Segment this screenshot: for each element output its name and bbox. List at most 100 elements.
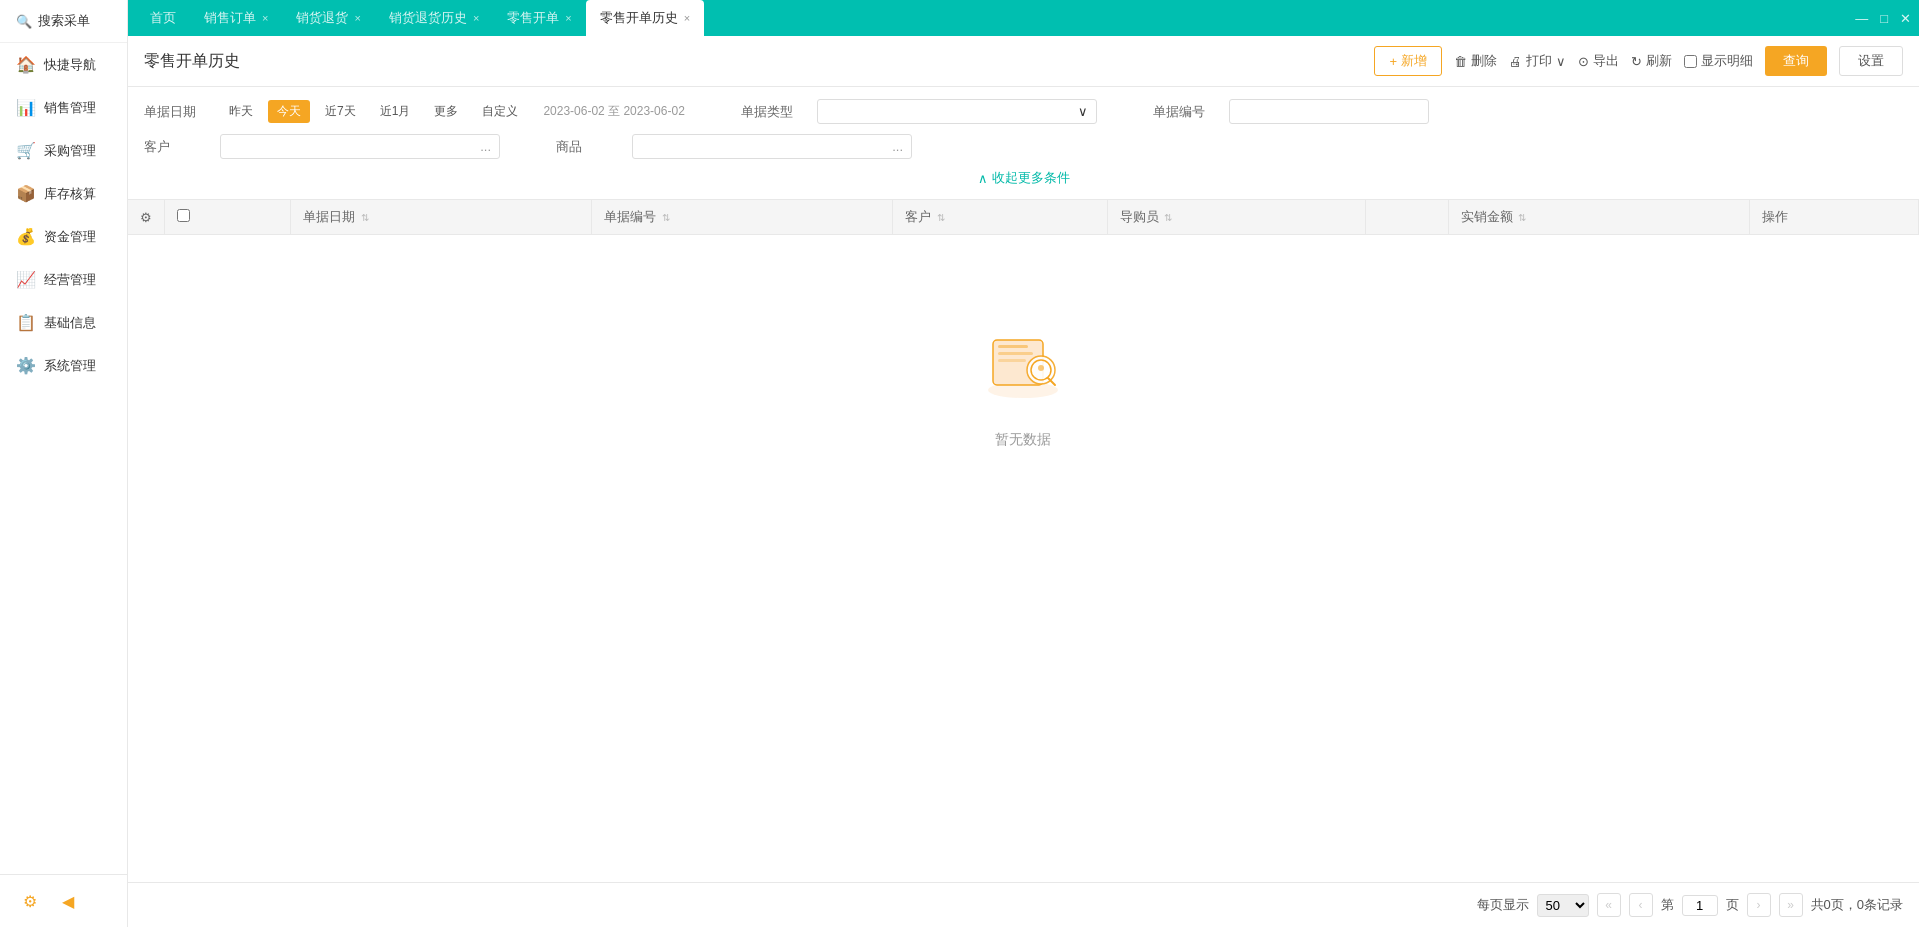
last-page-btn[interactable]: » (1779, 893, 1803, 917)
col-gear[interactable]: ⚙ (128, 200, 165, 235)
page-label-end: 页 (1726, 896, 1739, 914)
sidebar-item-operations[interactable]: 📈 经营管理 (0, 258, 127, 301)
customer-dots[interactable]: ... (480, 139, 491, 154)
export-icon: ⊙ (1578, 54, 1589, 69)
show-detail-input[interactable] (1684, 55, 1697, 68)
prev-page-btn[interactable]: ‹ (1629, 893, 1653, 917)
filter-row-customer: 客户 ... 商品 ... (144, 134, 1903, 159)
tab-home-label: 首页 (150, 9, 176, 27)
table-header-row: ⚙ 单据日期 ⇅ 单据编号 ⇅ 客户 ⇅ (128, 200, 1919, 235)
query-button[interactable]: 查询 (1765, 46, 1827, 76)
col-customer-sort-icon: ⇅ (937, 212, 945, 223)
sidebar-item-label: 经营管理 (44, 271, 96, 289)
page-input[interactable] (1682, 895, 1718, 916)
customer-filter-label: 客户 (144, 138, 204, 156)
tab-retail-open-close[interactable]: × (565, 12, 571, 24)
type-filter-label: 单据类型 (741, 103, 801, 121)
tab-sales-return-close[interactable]: × (354, 12, 360, 24)
tab-bar-right: — □ ✕ (1855, 11, 1911, 26)
tab-sales-return-label: 销货退货 (296, 9, 348, 27)
tab-retail-open-history[interactable]: 零售开单历史 × (586, 0, 704, 36)
type-filter-select[interactable]: ∨ (817, 99, 1097, 124)
goods-filter-input[interactable]: ... (632, 134, 912, 159)
col-checkbox[interactable] (165, 200, 291, 235)
settings-button[interactable]: 设置 (1839, 46, 1903, 76)
sidebar-item-quick-nav[interactable]: 🏠 快捷导航 (0, 43, 127, 86)
page-header: 零售开单历史 + 新增 🗑 删除 🖨 打印 ∨ ⊙ 导出 (128, 36, 1919, 87)
col-amount[interactable]: 实销金额 ⇅ (1448, 200, 1749, 235)
add-icon: + (1389, 54, 1397, 69)
sidebar-item-inventory[interactable]: 📦 库存核算 (0, 172, 127, 215)
delete-icon: 🗑 (1454, 54, 1467, 69)
sidebar-item-label: 资金管理 (44, 228, 96, 246)
col-date-sort-icon: ⇅ (361, 212, 369, 223)
print-button[interactable]: 🖨 打印 ∨ (1509, 52, 1566, 70)
add-button[interactable]: + 新增 (1374, 46, 1442, 76)
per-page-label: 每页显示 (1477, 896, 1529, 914)
date-btn-7days[interactable]: 近7天 (316, 100, 365, 123)
basic-info-icon: 📋 (16, 313, 36, 332)
sidebar-item-label: 销售管理 (44, 99, 96, 117)
sidebar-item-basic-info[interactable]: 📋 基础信息 (0, 301, 127, 344)
export-button[interactable]: ⊙ 导出 (1578, 52, 1619, 70)
per-page-select[interactable]: 50 10 20 100 (1537, 894, 1589, 917)
tab-sales-return[interactable]: 销货退货 × (282, 0, 374, 36)
order-no-filter-label: 单据编号 (1153, 103, 1213, 121)
tab-bar: 首页 销售订单 × 销货退货 × 销货退货历史 × 零售开单 × 零售开单历史 … (128, 0, 1919, 36)
date-filter-label: 单据日期 (144, 103, 204, 121)
col-order-no[interactable]: 单据编号 ⇅ (592, 200, 893, 235)
select-all-checkbox[interactable] (177, 209, 190, 222)
show-detail-checkbox[interactable]: 显示明细 (1684, 52, 1753, 70)
tab-retail-open[interactable]: 零售开单 × (493, 0, 585, 36)
svg-rect-4 (998, 359, 1026, 362)
tab-home[interactable]: 首页 (136, 0, 190, 36)
sidebar-item-sales-mgmt[interactable]: 📊 销售管理 (0, 86, 127, 129)
sales-icon: 📊 (16, 98, 36, 117)
col-guide-label: 导购员 (1120, 209, 1159, 224)
sidebar-search[interactable]: 🔍 搜索采单 (0, 0, 127, 43)
date-btn-1month[interactable]: 近1月 (371, 100, 420, 123)
minimize-btn[interactable]: — (1855, 11, 1868, 26)
col-guide[interactable]: 导购员 ⇅ (1107, 200, 1365, 235)
order-no-filter-input[interactable] (1229, 99, 1429, 124)
maximize-btn[interactable]: □ (1880, 11, 1888, 26)
date-filter-btns: 昨天 今天 近7天 近1月 更多 自定义 (220, 100, 527, 123)
inventory-icon: 📦 (16, 184, 36, 203)
sidebar-item-label: 基础信息 (44, 314, 96, 332)
col-date[interactable]: 单据日期 ⇅ (291, 200, 592, 235)
sidebar-item-sys-mgmt[interactable]: ⚙️ 系统管理 (0, 344, 127, 387)
col-customer[interactable]: 客户 ⇅ (893, 200, 1108, 235)
collapse-footer-btn[interactable]: ◀ (54, 887, 82, 915)
sidebar-item-finance[interactable]: 💰 资金管理 (0, 215, 127, 258)
first-page-btn[interactable]: « (1597, 893, 1621, 917)
date-range-display: 2023-06-02 至 2023-06-02 (543, 103, 684, 120)
date-btn-yesterday[interactable]: 昨天 (220, 100, 262, 123)
sidebar-footer: ⚙ ◀ (0, 874, 127, 927)
close-btn[interactable]: ✕ (1900, 11, 1911, 26)
tab-retail-open-history-close[interactable]: × (684, 12, 690, 24)
date-btn-today[interactable]: 今天 (268, 100, 310, 123)
customer-filter-input[interactable]: ... (220, 134, 500, 159)
print-arrow-icon: ∨ (1556, 54, 1566, 69)
date-btn-more[interactable]: 更多 (425, 100, 467, 123)
date-btn-custom[interactable]: 自定义 (473, 100, 527, 123)
svg-point-8 (1038, 365, 1044, 371)
refresh-button[interactable]: ↻ 刷新 (1631, 52, 1672, 70)
tab-sales-order-close[interactable]: × (262, 12, 268, 24)
collapse-filter-btn[interactable]: ∧ 收起更多条件 (144, 169, 1903, 187)
col-spacer (1365, 200, 1448, 235)
tab-sales-return-history-close[interactable]: × (473, 12, 479, 24)
settings-footer-btn[interactable]: ⚙ (16, 887, 44, 915)
goods-filter-label: 商品 (556, 138, 616, 156)
delete-button[interactable]: 🗑 删除 (1454, 52, 1497, 70)
sidebar-item-purchase-mgmt[interactable]: 🛒 采购管理 (0, 129, 127, 172)
tab-sales-return-history[interactable]: 销货退货历史 × (375, 0, 493, 36)
goods-dots[interactable]: ... (892, 139, 903, 154)
finance-icon: 💰 (16, 227, 36, 246)
sidebar-item-label: 快捷导航 (44, 56, 96, 74)
tab-sales-order[interactable]: 销售订单 × (190, 0, 282, 36)
delete-label: 删除 (1471, 52, 1497, 70)
next-page-btn[interactable]: › (1747, 893, 1771, 917)
data-table: ⚙ 单据日期 ⇅ 单据编号 ⇅ 客户 ⇅ (128, 200, 1919, 529)
prev-page-icon: ‹ (1639, 898, 1643, 912)
